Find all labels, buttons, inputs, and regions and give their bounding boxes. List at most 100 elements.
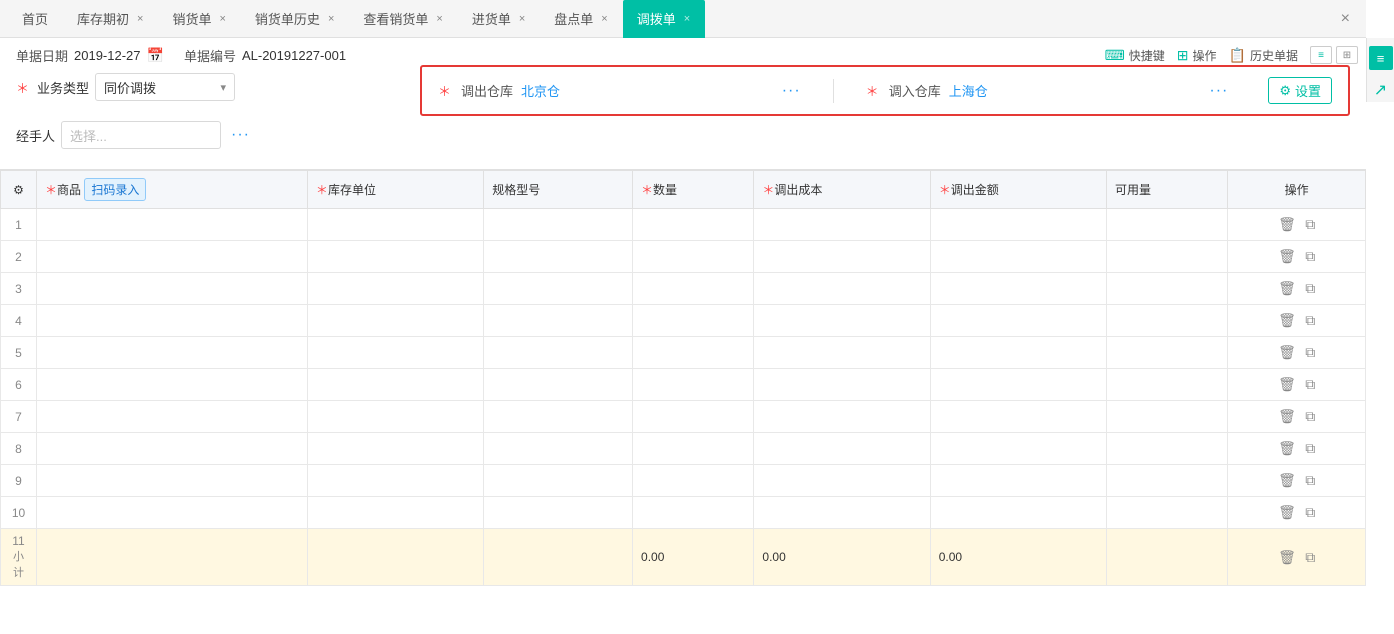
cell-cost[interactable] <box>754 305 930 337</box>
delete-icon[interactable]: 🗑 <box>1278 376 1296 392</box>
tab-purchase[interactable]: 进货单 × <box>458 0 540 38</box>
tab-sales-history[interactable]: 销货单历史 × <box>241 0 349 38</box>
tab-sales-history-close[interactable]: × <box>328 13 334 25</box>
delete-icon[interactable]: 🗑 <box>1278 280 1296 296</box>
out-warehouse-more-button[interactable]: ··· <box>782 82 801 100</box>
doc-date-value[interactable]: 2019-12-27 <box>74 48 141 63</box>
cell-spec[interactable] <box>484 337 633 369</box>
operations-button[interactable]: ⊞ 操作 <box>1177 47 1217 64</box>
cell-unit[interactable] <box>307 305 483 337</box>
cell-product[interactable] <box>37 369 308 401</box>
tab-inventory-init[interactable]: 库存期初 × <box>63 0 158 38</box>
tab-view-sales[interactable]: 查看销货单 × <box>349 0 457 38</box>
cell-unit[interactable] <box>307 497 483 529</box>
cell-product[interactable] <box>37 465 308 497</box>
cell-amount[interactable] <box>930 273 1106 305</box>
tab-inventory-count[interactable]: 盘点单 × <box>540 0 622 38</box>
cell-spec[interactable] <box>484 305 633 337</box>
copy-icon[interactable]: ⧉ <box>1305 248 1315 264</box>
close-all-tabs-button[interactable]: × <box>1333 10 1358 28</box>
cell-amount[interactable] <box>930 497 1106 529</box>
cell-spec[interactable] <box>484 465 633 497</box>
tab-sales-order[interactable]: 销货单 × <box>158 0 240 38</box>
copy-icon[interactable]: ⧉ <box>1305 504 1315 520</box>
calendar-icon[interactable]: 📅 <box>147 47 164 64</box>
col-header-gear[interactable]: ⚙ <box>1 171 37 209</box>
tab-purchase-close[interactable]: × <box>519 13 525 25</box>
cell-quantity[interactable] <box>633 401 754 433</box>
cell-quantity[interactable] <box>633 305 754 337</box>
cell-cost[interactable] <box>754 497 930 529</box>
cell-product[interactable] <box>37 305 308 337</box>
delete-icon[interactable]: 🗑 <box>1278 440 1296 456</box>
cell-spec[interactable] <box>484 273 633 305</box>
cell-amount[interactable] <box>930 401 1106 433</box>
cell-unit[interactable] <box>307 209 483 241</box>
cell-amount[interactable] <box>930 337 1106 369</box>
shortcut-button[interactable]: ⌨ 快捷键 <box>1105 47 1165 64</box>
cell-product[interactable] <box>37 401 308 433</box>
copy-icon[interactable]: ⧉ <box>1305 472 1315 488</box>
copy-icon[interactable]: ⧉ <box>1305 344 1315 360</box>
cell-product[interactable] <box>37 433 308 465</box>
cell-amount[interactable] <box>930 241 1106 273</box>
business-type-dropdown[interactable]: 同价调拨 ▾ <box>95 73 235 101</box>
view-toggle-grid[interactable]: ⊞ <box>1336 46 1358 64</box>
cell-cost[interactable] <box>754 465 930 497</box>
copy-icon[interactable]: ⧉ <box>1305 408 1315 424</box>
cell-quantity[interactable] <box>633 241 754 273</box>
cell-spec[interactable] <box>484 497 633 529</box>
cell-product[interactable] <box>37 337 308 369</box>
delete-icon[interactable]: 🗑 <box>1278 216 1296 232</box>
tab-transfer-close[interactable]: × <box>684 13 690 25</box>
copy-icon[interactable]: ⧉ <box>1305 376 1315 392</box>
cell-amount[interactable] <box>930 465 1106 497</box>
delete-icon[interactable]: 🗑 <box>1278 472 1296 488</box>
cell-cost[interactable] <box>754 209 930 241</box>
cell-unit[interactable] <box>307 401 483 433</box>
out-warehouse-value[interactable]: 北京仓 <box>521 81 560 100</box>
cell-product[interactable] <box>37 209 308 241</box>
cell-amount[interactable] <box>930 433 1106 465</box>
in-warehouse-value[interactable]: 上海仓 <box>949 81 988 100</box>
cell-quantity[interactable] <box>633 497 754 529</box>
tab-transfer[interactable]: 调拨单 × <box>623 0 705 38</box>
cell-spec[interactable] <box>484 369 633 401</box>
view-toggle-list[interactable]: ≡ <box>1310 46 1332 64</box>
scan-button[interactable]: 扫码录入 <box>84 178 146 201</box>
copy-icon[interactable]: ⧉ <box>1305 549 1315 565</box>
cell-cost[interactable] <box>754 337 930 369</box>
cell-amount[interactable] <box>930 209 1106 241</box>
cell-cost[interactable] <box>754 273 930 305</box>
tab-inventory-init-close[interactable]: × <box>137 13 143 25</box>
cell-cost[interactable] <box>754 433 930 465</box>
settings-button[interactable]: ⚙ 设置 <box>1268 77 1332 104</box>
cell-product[interactable] <box>37 241 308 273</box>
cell-amount[interactable] <box>930 369 1106 401</box>
side-arrow-button[interactable]: ↗ <box>1369 78 1393 102</box>
cell-product[interactable] <box>37 497 308 529</box>
cell-unit[interactable] <box>307 241 483 273</box>
tab-inventory-count-close[interactable]: × <box>601 13 607 25</box>
cell-product[interactable] <box>37 273 308 305</box>
cell-quantity[interactable] <box>633 337 754 369</box>
delete-icon[interactable]: 🗑 <box>1278 248 1296 264</box>
cell-quantity[interactable] <box>633 433 754 465</box>
tab-home[interactable]: 首页 <box>8 0 63 38</box>
cell-spec[interactable] <box>484 401 633 433</box>
cell-cost[interactable] <box>754 369 930 401</box>
side-list-view-button[interactable]: ≡ <box>1369 46 1393 70</box>
copy-icon[interactable]: ⧉ <box>1305 440 1315 456</box>
copy-icon[interactable]: ⧉ <box>1305 216 1315 232</box>
cell-quantity[interactable] <box>633 209 754 241</box>
cell-unit[interactable] <box>307 273 483 305</box>
handler-input[interactable]: 选择... <box>61 121 221 149</box>
cell-spec[interactable] <box>484 209 633 241</box>
cell-spec[interactable] <box>484 241 633 273</box>
cell-cost[interactable] <box>754 401 930 433</box>
in-warehouse-more-button[interactable]: ··· <box>1209 82 1228 100</box>
cell-amount[interactable] <box>930 305 1106 337</box>
handler-more-button[interactable]: ··· <box>231 126 250 144</box>
cell-unit[interactable] <box>307 433 483 465</box>
delete-icon[interactable]: 🗑 <box>1278 504 1296 520</box>
